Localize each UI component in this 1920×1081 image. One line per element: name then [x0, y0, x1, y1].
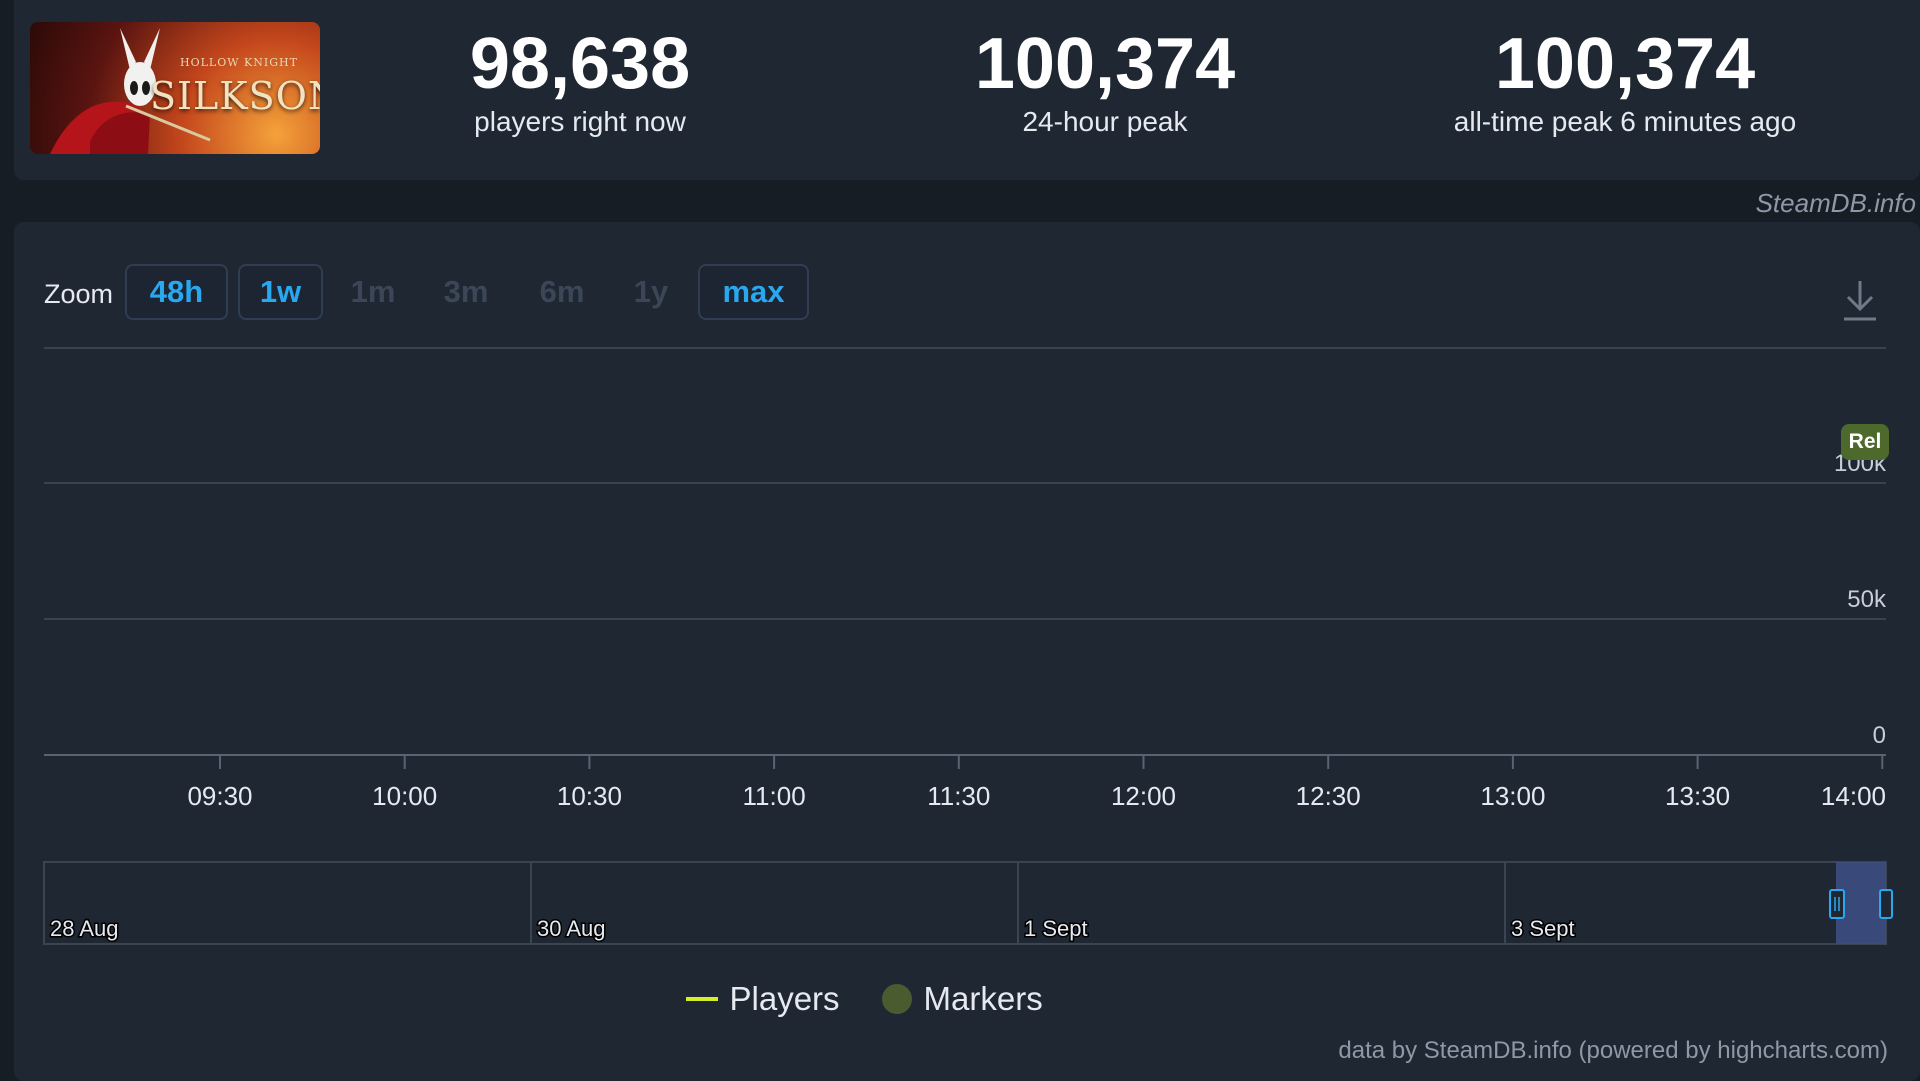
legend-label: Players [729, 980, 840, 1017]
navigator-tick-label: 28 Aug [50, 916, 119, 941]
x-tick-label: 14:00 [1821, 781, 1886, 811]
navigator-tick-label: 1 Sept [1024, 916, 1088, 941]
markers-dot-swatch [881, 984, 912, 1014]
navigator-frame [43, 861, 1887, 945]
x-tick-label: 11:00 [743, 781, 806, 811]
chart-x-axis: 09:30 10:00 10:30 11:00 11:30 12:00 12:30 13:00… [187, 755, 1886, 811]
navigator-tick-label: 3 Sept [1511, 916, 1575, 941]
players-line-swatch [685, 997, 718, 1001]
navigator-tick-label: 30 Aug [537, 916, 606, 941]
y-tick-label: 50k [1847, 586, 1887, 613]
release-marker-badge[interactable]: Rel [1841, 424, 1889, 460]
chart-navigator: 28 Aug 30 Aug 1 Sept 3 Sept [43, 861, 1893, 945]
chart-y-axis: 050k100k [1834, 450, 1887, 749]
legend-item-players[interactable]: Players [685, 980, 840, 1018]
x-tick-label: 09:30 [187, 781, 252, 811]
chart-credit[interactable]: data by SteamDB.info (powered by highcha… [1338, 1037, 1888, 1065]
legend-label: Markers [923, 980, 1043, 1017]
y-tick-label: 0 [1873, 722, 1886, 749]
x-tick-label: 10:00 [372, 781, 437, 811]
x-tick-label: 13:30 [1665, 781, 1730, 811]
navigator-handle-right[interactable] [1879, 889, 1893, 919]
x-tick-label: 10:30 [557, 781, 622, 811]
x-tick-label: 12:30 [1296, 781, 1361, 811]
navigator-handle-left[interactable] [1829, 889, 1845, 919]
legend-item-markers[interactable]: Markers [881, 980, 1043, 1018]
chart-legend: Players Markers [685, 980, 1085, 1018]
x-tick-label: 11:30 [927, 781, 990, 811]
x-tick-label: 13:00 [1480, 781, 1545, 811]
player-count-chart[interactable]: 050k100k 09:30 10:00 10:30 11:00 11:30 12:00 1… [0, 0, 1920, 1081]
x-tick-label: 12:00 [1111, 781, 1176, 811]
chart-gridlines [44, 347, 1886, 756]
